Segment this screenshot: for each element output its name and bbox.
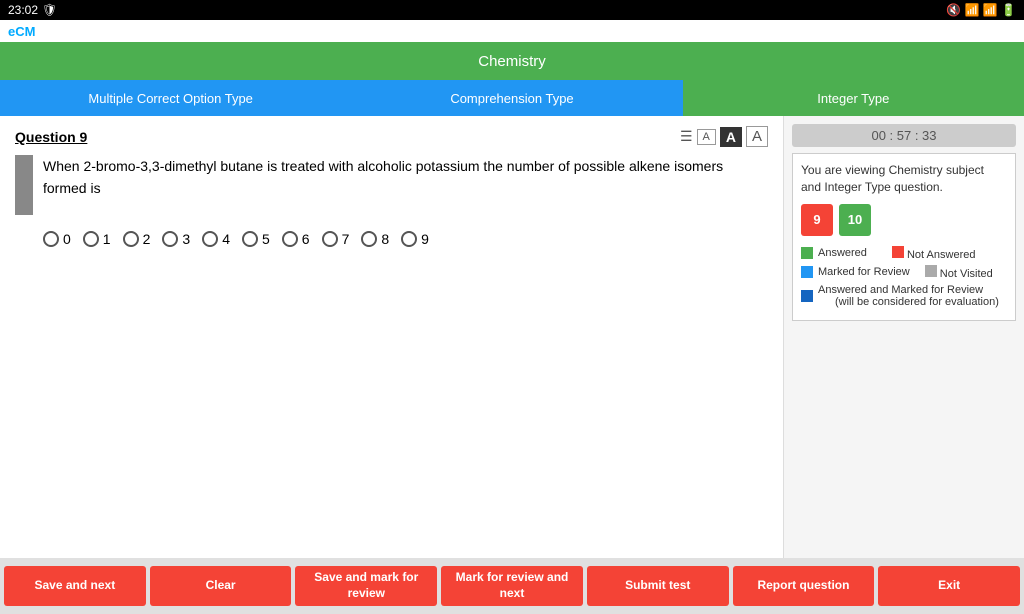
option-7[interactable]: 7 bbox=[322, 231, 350, 247]
legend-label-not-answered: Not Answered bbox=[907, 249, 975, 261]
option-label-4: 4 bbox=[222, 231, 230, 247]
tab-multiple-correct[interactable]: Multiple Correct Option Type bbox=[0, 80, 341, 116]
save-next-button[interactable]: Save and next bbox=[4, 566, 146, 606]
exit-button[interactable]: Exit bbox=[878, 566, 1020, 606]
option-1[interactable]: 1 bbox=[83, 231, 111, 247]
option-0[interactable]: 0 bbox=[43, 231, 71, 247]
tab-comprehension[interactable]: Comprehension Type bbox=[341, 80, 682, 116]
subject-bar: Chemistry bbox=[0, 42, 1024, 80]
question-text: When 2-bromo-3,3-dimethyl butane is trea… bbox=[43, 155, 768, 215]
font-medium-btn[interactable]: A bbox=[720, 127, 742, 147]
option-label-9: 9 bbox=[421, 231, 429, 247]
question-header: Question 9 ☰ A A A bbox=[15, 126, 768, 147]
legend-label-answered-marked: Answered and Marked for Review(will be c… bbox=[818, 284, 999, 308]
legend-dot-not-visited bbox=[925, 265, 937, 277]
option-label-6: 6 bbox=[302, 231, 310, 247]
option-label-3: 3 bbox=[182, 231, 190, 247]
radio-1[interactable] bbox=[83, 231, 99, 247]
option-3[interactable]: 3 bbox=[162, 231, 190, 247]
option-8[interactable]: 8 bbox=[361, 231, 389, 247]
right-panel: 00 : 57 : 33 You are viewing Chemistry s… bbox=[784, 116, 1024, 558]
option-label-7: 7 bbox=[342, 231, 350, 247]
legend-answered: Answered Not Answered bbox=[801, 246, 1007, 261]
legend-answered-marked: Answered and Marked for Review(will be c… bbox=[801, 284, 1007, 308]
font-small-btn[interactable]: A bbox=[697, 129, 716, 145]
legend-label-marked: Marked for Review bbox=[818, 266, 910, 278]
options-row: 0 1 2 3 4 5 6 bbox=[43, 231, 768, 247]
save-mark-review-button[interactable]: Save and mark for review bbox=[295, 566, 437, 606]
timer-bar: 00 : 57 : 33 bbox=[792, 124, 1016, 147]
option-label-5: 5 bbox=[262, 231, 270, 247]
radio-9[interactable] bbox=[401, 231, 417, 247]
radio-3[interactable] bbox=[162, 231, 178, 247]
status-bar: 23:02 🛡 🔇 📶 📶 🔋 bbox=[0, 0, 1024, 20]
main-area: Question 9 ☰ A A A When 2-bromo-3,3-dime… bbox=[0, 116, 1024, 558]
radio-5[interactable] bbox=[242, 231, 258, 247]
status-icons: 🔇 📶 📶 🔋 bbox=[946, 3, 1016, 17]
font-controls: ☰ A A A bbox=[680, 126, 768, 147]
status-time: 23:02 bbox=[8, 3, 38, 17]
option-label-1: 1 bbox=[103, 231, 111, 247]
q-num-10[interactable]: 10 bbox=[839, 204, 871, 236]
report-question-button[interactable]: Report question bbox=[733, 566, 875, 606]
question-marker bbox=[15, 155, 33, 215]
clear-button[interactable]: Clear bbox=[150, 566, 292, 606]
option-label-8: 8 bbox=[381, 231, 389, 247]
option-9[interactable]: 9 bbox=[401, 231, 429, 247]
legend-dot-not-answered bbox=[892, 246, 904, 258]
legend: Answered Not Answered Marked for Review … bbox=[801, 246, 1007, 308]
legend-dot-marked bbox=[801, 266, 813, 278]
question-numbers: 9 10 bbox=[801, 204, 1007, 236]
tab-integer[interactable]: Integer Type bbox=[683, 80, 1024, 116]
app-header: eCM bbox=[0, 20, 1024, 42]
radio-6[interactable] bbox=[282, 231, 298, 247]
legend-dot-answered bbox=[801, 247, 813, 259]
radio-7[interactable] bbox=[322, 231, 338, 247]
option-4[interactable]: 4 bbox=[202, 231, 230, 247]
info-box: You are viewing Chemistry subject and In… bbox=[792, 153, 1016, 321]
app-title: eCM bbox=[8, 24, 35, 39]
submit-test-button[interactable]: Submit test bbox=[587, 566, 729, 606]
subject-label: Chemistry bbox=[478, 53, 546, 70]
option-6[interactable]: 6 bbox=[282, 231, 310, 247]
radio-4[interactable] bbox=[202, 231, 218, 247]
info-text: You are viewing Chemistry subject and In… bbox=[801, 162, 1007, 196]
mark-review-next-button[interactable]: Mark for review and next bbox=[441, 566, 583, 606]
question-content: When 2-bromo-3,3-dimethyl butane is trea… bbox=[15, 155, 768, 215]
question-number: Question 9 bbox=[15, 129, 87, 145]
legend-label-answered: Answered bbox=[818, 247, 867, 259]
option-label-0: 0 bbox=[63, 231, 71, 247]
radio-2[interactable] bbox=[123, 231, 139, 247]
option-2[interactable]: 2 bbox=[123, 231, 151, 247]
legend-dot-answered-marked bbox=[801, 290, 813, 302]
option-5[interactable]: 5 bbox=[242, 231, 270, 247]
radio-0[interactable] bbox=[43, 231, 59, 247]
legend-marked: Marked for Review Not Visited bbox=[801, 265, 1007, 280]
menu-icon[interactable]: ☰ bbox=[680, 128, 693, 145]
question-panel: Question 9 ☰ A A A When 2-bromo-3,3-dime… bbox=[0, 116, 784, 558]
tab-bar[interactable]: Multiple Correct Option Type Comprehensi… bbox=[0, 80, 1024, 116]
q-num-9[interactable]: 9 bbox=[801, 204, 833, 236]
legend-label-not-visited: Not Visited bbox=[940, 268, 993, 280]
status-shield-icon: 🛡 bbox=[42, 3, 57, 17]
radio-8[interactable] bbox=[361, 231, 377, 247]
bottom-bar: Save and next Clear Save and mark for re… bbox=[0, 558, 1024, 614]
option-label-2: 2 bbox=[143, 231, 151, 247]
font-large-btn[interactable]: A bbox=[746, 126, 768, 147]
